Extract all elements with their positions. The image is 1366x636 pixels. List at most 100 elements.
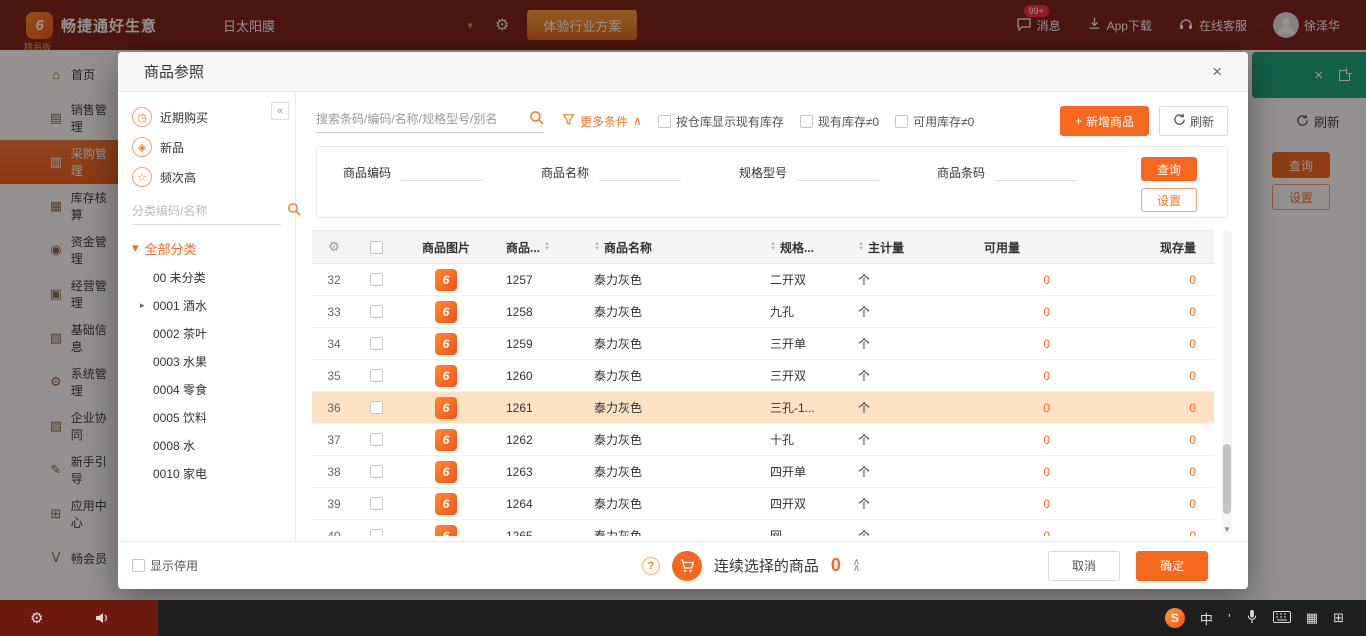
help-icon[interactable]: ? [641, 556, 660, 575]
category-item[interactable]: 00 未分类 [132, 263, 283, 291]
ime-toolbox-icon[interactable]: ⊞ [1333, 610, 1344, 626]
category-search-input[interactable] [132, 203, 287, 218]
microphone-icon[interactable] [1246, 609, 1258, 627]
available-qty: 0 [1043, 464, 1050, 479]
close-icon[interactable]: × [1212, 62, 1222, 82]
product-unit: 个 [858, 497, 871, 511]
category-root[interactable]: ▾ 全部分类 [132, 233, 283, 263]
caret-down-icon: ▾ [132, 240, 139, 255]
dialog-title: 商品参照 [144, 64, 205, 81]
checkbox-onhand-nonzero[interactable]: 现有库存≠0 [799, 113, 879, 130]
scroll-down-icon[interactable]: ▼ [1222, 525, 1232, 534]
select-all-checkbox[interactable] [369, 240, 383, 254]
product-unit: 个 [858, 369, 871, 383]
cancel-button[interactable]: 取消 [1048, 550, 1120, 581]
product-unit: 个 [858, 465, 871, 479]
quick-filter-high-frequency[interactable]: ☆ 频次高 [132, 162, 283, 192]
checkbox-show-by-warehouse[interactable]: 按仓库显示现有库存 [657, 113, 784, 130]
filter-field-input[interactable] [401, 163, 484, 181]
row-checkbox[interactable] [369, 529, 383, 536]
checkbox-available-nonzero[interactable]: 可用库存≠0 [895, 113, 974, 130]
filter-field-input[interactable] [995, 163, 1078, 181]
collapse-panel-button[interactable]: « [271, 102, 289, 120]
expand-caret-icon[interactable]: ▸ [140, 300, 153, 311]
sort-icon[interactable]: ▲ ▼ [544, 241, 550, 252]
category-panel: « ◷ 近期购买 ◈ 新品 ☆ 频次高 ▾ 全部分类 00 未分类 ▸0001 酒水 0002… [118, 92, 301, 541]
category-item[interactable]: ▸ 0001 酒水 [132, 291, 283, 319]
row-checkbox[interactable] [369, 401, 383, 414]
product-spec: 九孔 [770, 305, 795, 319]
table-scrollbar[interactable]: ▼ [1222, 230, 1232, 536]
selected-products-count: 0 [830, 555, 841, 575]
column-spec[interactable]: ▲ ▼ 规格... [764, 231, 846, 263]
gear-icon[interactable]: ⚙ [30, 609, 43, 627]
ime-language-icon[interactable]: 中 [1200, 609, 1213, 628]
table-row[interactable]: 32 6 1257 泰力灰色 二开双 个 0 0 [312, 264, 1214, 296]
category-label: 0001 酒水 [153, 298, 208, 313]
category-item[interactable]: 0002 茶叶 [132, 319, 283, 347]
product-search-input[interactable] [316, 111, 529, 126]
column-onhand[interactable]: 现存量 [1062, 231, 1214, 263]
ime-punctuation-icon[interactable]: ’ [1228, 611, 1231, 626]
category-item[interactable]: 0004 零食 [132, 375, 283, 403]
quick-filter-list: ◷ 近期购买 ◈ 新品 ☆ 频次高 [132, 102, 283, 192]
scrollbar-thumb[interactable] [1223, 444, 1231, 514]
product-code: 1261 [506, 400, 533, 415]
row-checkbox[interactable] [369, 305, 383, 318]
column-product-name[interactable]: ▲ ▼ 商品名称 [584, 231, 764, 263]
column-unit[interactable]: ▲ ▼ 主计量 [846, 231, 942, 263]
more-conditions-toggle[interactable]: 更多条件 ∧ [562, 113, 642, 130]
filter-settings-button[interactable]: 设置 [1141, 188, 1197, 212]
row-checkbox[interactable] [369, 273, 383, 286]
sort-icon[interactable]: ▲ ▼ [594, 241, 600, 252]
table-row[interactable]: 36 6 1261 泰力灰色 三孔-1... 个 0 0 [312, 392, 1214, 424]
speaker-icon[interactable] [95, 611, 111, 625]
row-checkbox[interactable] [369, 337, 383, 350]
product-table-body: 32 6 1257 泰力灰色 二开双个 0 0 33 6 1258 泰力灰色 九孔个 0 0 34 6 1259… [312, 264, 1214, 536]
row-checkbox[interactable] [369, 497, 383, 510]
collapse-cart-icon[interactable]: ∧ ∧ [853, 557, 860, 573]
quick-filter-label: 频次高 [160, 170, 197, 185]
checkbox-icon [799, 114, 813, 128]
category-item[interactable]: 0010 家电 [132, 459, 283, 487]
product-spec: 三开单 [770, 337, 807, 351]
row-checkbox[interactable] [369, 433, 383, 446]
quick-filter-recent-buy[interactable]: ◷ 近期购买 [132, 102, 283, 132]
table-row[interactable]: 35 6 1260 泰力灰色 三开双 个 0 0 [312, 360, 1214, 392]
table-row[interactable]: 34 6 1259 泰力灰色 三开单 个 0 0 [312, 328, 1214, 360]
show-disabled-checkbox[interactable]: 显示停用 [132, 557, 198, 574]
category-item[interactable]: 0005 饮料 [132, 403, 283, 431]
onhand-qty: 0 [1189, 336, 1196, 351]
keyboard-icon[interactable] [1272, 610, 1291, 626]
column-product-code[interactable]: 商品... ▲ ▼ [496, 231, 584, 263]
category-item[interactable]: 0008 水 [132, 431, 283, 459]
table-row[interactable]: 37 6 1262 泰力灰色 十孔 个 0 0 [312, 424, 1214, 456]
sort-icon[interactable]: ▲ ▼ [770, 241, 776, 252]
plus-icon: + [1074, 114, 1082, 128]
table-row[interactable]: 38 6 1263 泰力灰色 四开单 个 0 0 [312, 456, 1214, 488]
table-header: ⚙ 商品图片 商品... ▲ ▼ ▲ ▼ 商品名称 ▲ ▼ 规格... ▲ ▼ 主计量 可用量 … [312, 230, 1214, 264]
add-product-button[interactable]: + 新增商品 [1059, 106, 1149, 136]
query-button[interactable]: 查询 [1141, 157, 1197, 181]
filter-field-input[interactable] [599, 163, 682, 181]
search-icon[interactable] [529, 110, 544, 128]
table-row[interactable]: 33 6 1258 泰力灰色 九孔 个 0 0 [312, 296, 1214, 328]
confirm-button[interactable]: 确定 [1136, 550, 1208, 581]
category-item[interactable]: 0003 水果 [132, 347, 283, 375]
quick-filter-new-items[interactable]: ◈ 新品 [132, 132, 283, 162]
table-row[interactable]: 40 6 1265 泰力灰色 网... 个 0 0 [312, 520, 1214, 536]
star-icon: ☆ [132, 167, 152, 187]
row-checkbox[interactable] [369, 465, 383, 478]
product-image: 6 [435, 332, 457, 355]
cart-icon[interactable] [671, 550, 702, 581]
filter-field-input[interactable] [797, 163, 880, 181]
row-checkbox[interactable] [369, 369, 383, 382]
table-row[interactable]: 39 6 1264 泰力灰色 四开双 个 0 0 [312, 488, 1214, 520]
sogou-ime-icon[interactable]: S [1164, 608, 1185, 628]
column-available[interactable]: 可用量 [942, 231, 1062, 263]
ime-panel-icon[interactable]: ▦ [1306, 610, 1318, 626]
refresh-button[interactable]: 刷新 [1158, 106, 1228, 136]
column-settings-icon[interactable]: ⚙ [328, 239, 340, 255]
sort-icon[interactable]: ▲ ▼ [858, 241, 864, 252]
available-qty: 0 [1043, 432, 1050, 447]
